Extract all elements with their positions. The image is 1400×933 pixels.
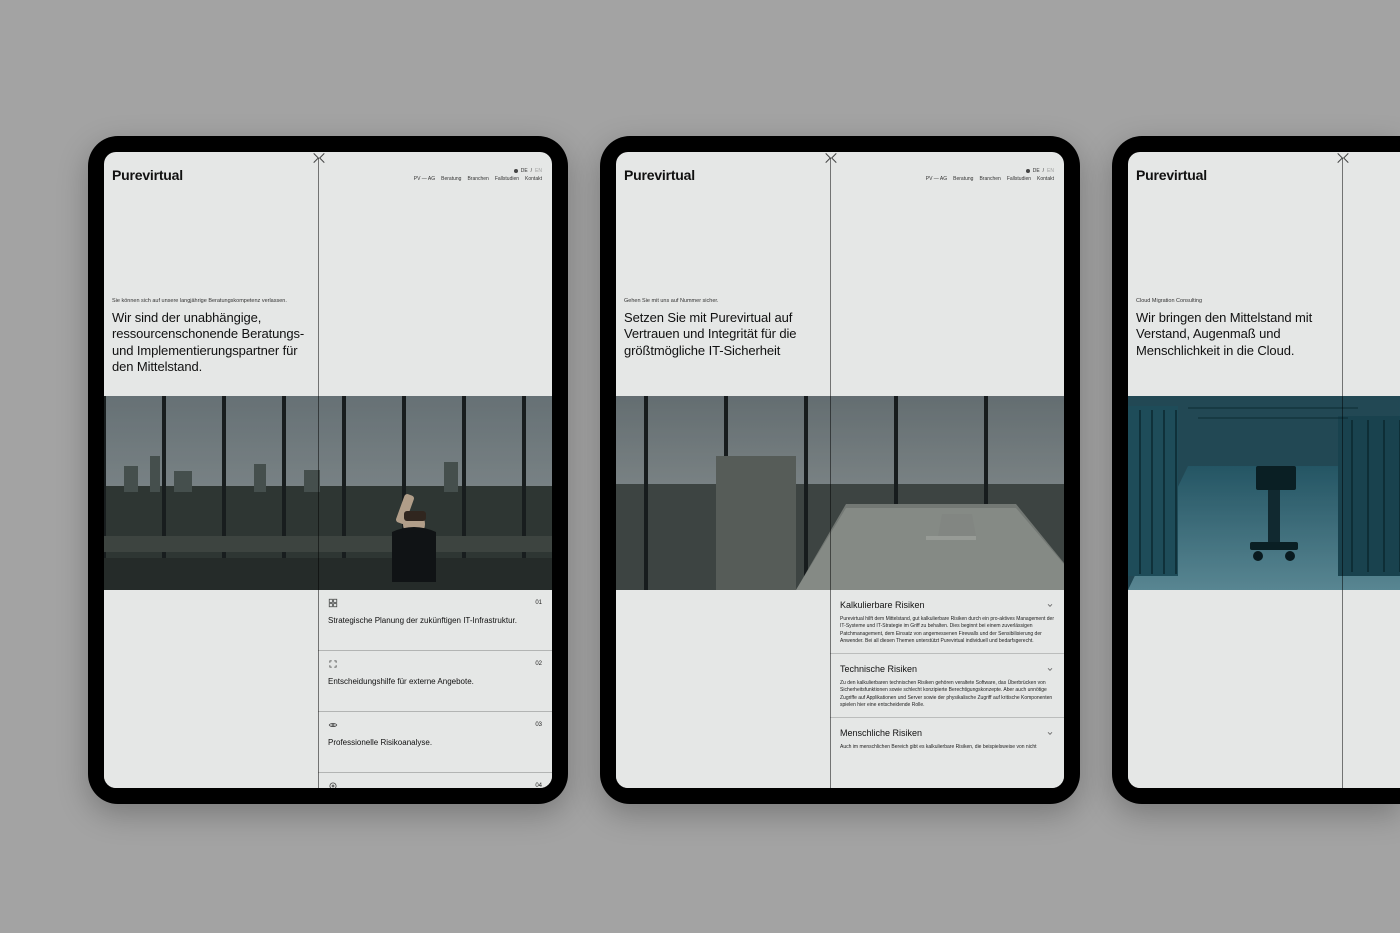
risk-accordion: Kalkulierbare Risiken Purevirtual hilft … bbox=[830, 590, 1064, 788]
eye-icon bbox=[328, 720, 338, 730]
nav-item-fallstudien[interactable]: Fallstudien bbox=[495, 176, 519, 182]
brand-wordmark[interactable]: Purevirtual bbox=[624, 167, 695, 183]
below-hero: 01 Strategische Planung der zukünftigen … bbox=[104, 590, 552, 788]
compass-divider-icon bbox=[318, 158, 319, 788]
brand-wordmark[interactable]: Purevirtual bbox=[1136, 167, 1207, 183]
header-right: DE / EN PV — AG Beratung Branchen Fallst… bbox=[926, 168, 1054, 182]
grid-icon bbox=[328, 598, 338, 608]
list-label: Entscheidungshilfe für externe Angebote. bbox=[328, 677, 542, 687]
list-number: 03 bbox=[535, 722, 542, 728]
nav-item-pvag[interactable]: PV — AG bbox=[414, 176, 435, 182]
language-switch[interactable]: DE / EN bbox=[514, 168, 542, 174]
list-item[interactable]: 04 bbox=[318, 772, 552, 788]
list-item[interactable]: 01 Strategische Planung der zukünftigen … bbox=[318, 590, 552, 650]
screen-1: Purevirtual DE / EN PV — AG Beratung Bra… bbox=[104, 152, 552, 788]
intro-kicker: Sie können sich auf unsere langjährige B… bbox=[112, 298, 322, 304]
intro-block: Sie können sich auf unsere langjährige B… bbox=[112, 298, 322, 375]
screen-3: Purevirtual Cloud Migration Consulting W… bbox=[1128, 152, 1400, 788]
intro-kicker: Cloud Migration Consulting bbox=[1136, 298, 1346, 304]
intro-headline: Setzen Sie mit Purevirtual auf Vertrauen… bbox=[624, 310, 834, 359]
language-switch[interactable]: DE / EN bbox=[1026, 168, 1054, 174]
compass-divider-icon bbox=[830, 158, 831, 788]
brand-wordmark[interactable]: Purevirtual bbox=[112, 167, 183, 183]
lang-current: DE bbox=[521, 168, 528, 174]
nav-item-branchen[interactable]: Branchen bbox=[467, 176, 488, 182]
primary-nav: PV — AG Beratung Branchen Fallstudien Ko… bbox=[414, 176, 542, 182]
nav-item-pvag[interactable]: PV — AG bbox=[926, 176, 947, 182]
list-number: 01 bbox=[535, 600, 542, 606]
mockup-stage: Purevirtual DE / EN PV — AG Beratung Bra… bbox=[0, 0, 1400, 933]
list-item[interactable]: 02 Entscheidungshilfe für externe Angebo… bbox=[318, 650, 552, 711]
accordion-body: Auch im menschlichen Bereich gibt es kal… bbox=[840, 744, 1054, 751]
compass-divider-icon bbox=[1342, 158, 1343, 788]
accordion-title: Menschliche Risiken bbox=[840, 728, 922, 738]
nav-item-kontakt[interactable]: Kontakt bbox=[1037, 176, 1054, 182]
below-hero: Kalkulierbare Risiken Purevirtual hilft … bbox=[616, 590, 1064, 788]
accordion-item-technisch[interactable]: Technische Risiken Zu den kalkulierbaren… bbox=[830, 653, 1064, 717]
nav-item-kontakt[interactable]: Kontakt bbox=[525, 176, 542, 182]
intro-block: Cloud Migration Consulting Wir bringen d… bbox=[1136, 298, 1346, 359]
lang-alt: EN bbox=[535, 168, 542, 174]
lang-sep: / bbox=[1043, 168, 1044, 174]
nav-item-fallstudien[interactable]: Fallstudien bbox=[1007, 176, 1031, 182]
primary-nav: PV — AG Beratung Branchen Fallstudien Ko… bbox=[926, 176, 1054, 182]
intro-block: Gehen Sie mit uns auf Nummer sicher. Set… bbox=[624, 298, 834, 359]
lang-current: DE bbox=[1033, 168, 1040, 174]
target-icon bbox=[328, 781, 338, 788]
list-label: Professionelle Risikoanalyse. bbox=[328, 738, 542, 748]
accordion-title: Technische Risiken bbox=[840, 664, 917, 674]
list-label: Strategische Planung der zukünftigen IT-… bbox=[328, 616, 542, 626]
hero-image-office-man bbox=[104, 396, 552, 590]
hero-image-server-hall bbox=[1128, 396, 1400, 590]
intro-kicker: Gehen Sie mit uns auf Nummer sicher. bbox=[624, 298, 834, 304]
tablet-device-3: Purevirtual Cloud Migration Consulting W… bbox=[1112, 136, 1400, 804]
nav-item-beratung[interactable]: Beratung bbox=[953, 176, 973, 182]
screen-2: Purevirtual DE / EN PV — AG Beratung Bra… bbox=[616, 152, 1064, 788]
accordion-body: Purevirtual hilft dem Mittelstand, gut k… bbox=[840, 616, 1054, 645]
services-list: 01 Strategische Planung der zukünftigen … bbox=[318, 590, 552, 788]
lang-alt: EN bbox=[1047, 168, 1054, 174]
tablet-device-1: Purevirtual DE / EN PV — AG Beratung Bra… bbox=[88, 136, 568, 804]
hero-image-office-desk bbox=[616, 396, 1064, 590]
chevron-down-icon bbox=[1046, 665, 1054, 673]
nav-item-beratung[interactable]: Beratung bbox=[441, 176, 461, 182]
expand-icon bbox=[328, 659, 338, 669]
accordion-title: Kalkulierbare Risiken bbox=[840, 600, 925, 610]
list-number: 04 bbox=[535, 783, 542, 788]
list-item[interactable]: 03 Professionelle Risikoanalyse. bbox=[318, 711, 552, 772]
list-number: 02 bbox=[535, 661, 542, 667]
accordion-item-kalkulierbar[interactable]: Kalkulierbare Risiken Purevirtual hilft … bbox=[830, 590, 1064, 653]
below-hero bbox=[1128, 590, 1400, 788]
globe-icon bbox=[514, 169, 518, 173]
globe-icon bbox=[1026, 169, 1030, 173]
site-header: Purevirtual bbox=[1128, 152, 1400, 198]
lang-sep: / bbox=[531, 168, 532, 174]
intro-headline: Wir sind der unabhängige, ressourcenscho… bbox=[112, 310, 322, 375]
header-right: DE / EN PV — AG Beratung Branchen Fallst… bbox=[414, 168, 542, 182]
accordion-body: Zu den kalkulierbaren technischen Risike… bbox=[840, 680, 1054, 709]
accordion-item-menschlich[interactable]: Menschliche Risiken Auch im menschlichen… bbox=[830, 717, 1064, 759]
chevron-down-icon bbox=[1046, 601, 1054, 609]
intro-headline: Wir bringen den Mittelstand mit Verstand… bbox=[1136, 310, 1346, 359]
tablet-device-2: Purevirtual DE / EN PV — AG Beratung Bra… bbox=[600, 136, 1080, 804]
chevron-down-icon bbox=[1046, 729, 1054, 737]
nav-item-branchen[interactable]: Branchen bbox=[979, 176, 1000, 182]
